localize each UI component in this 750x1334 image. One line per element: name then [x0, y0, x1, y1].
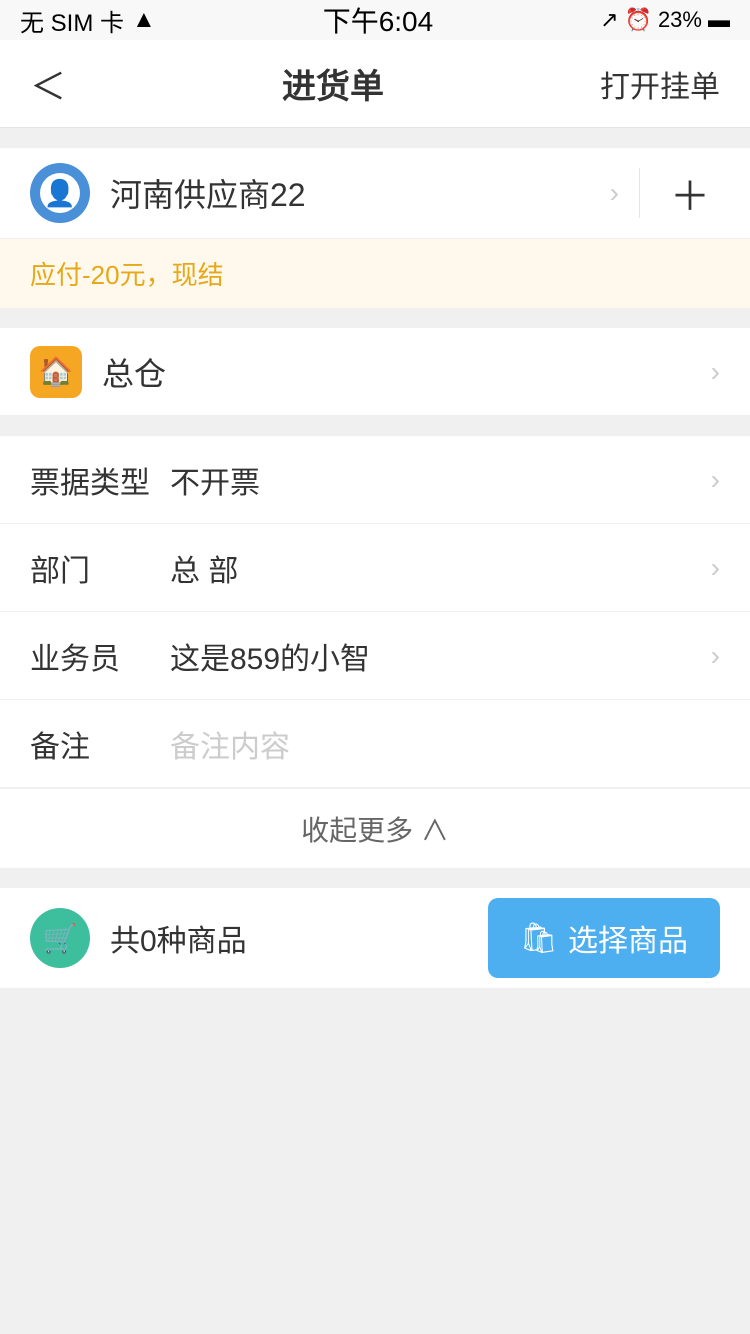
invoice-chevron-icon: › — [711, 464, 720, 496]
sim-label: 无 SIM 卡 — [20, 3, 124, 38]
warehouse-row[interactable]: 🏠 总仓 › — [0, 328, 750, 416]
bottom-bar: 🛒 共0种商品 🛍 选择商品 — [0, 888, 750, 988]
warehouse-icon-wrap: 🏠 — [30, 346, 82, 398]
status-time: 下午6:04 — [323, 0, 434, 40]
dept-value: 总 部 — [160, 546, 711, 590]
collapse-button[interactable]: 收起更多 ∧ — [0, 788, 750, 868]
invoice-value: 不开票 — [160, 458, 711, 502]
warehouse-name: 总仓 — [102, 349, 711, 395]
warehouse-section: 🏠 总仓 › — [0, 328, 750, 416]
location-icon: ↗ — [600, 7, 618, 33]
supplier-section: 👤 河南供应商22 › ＋ — [0, 148, 750, 239]
house-icon: 🏠 — [39, 355, 74, 388]
product-count-label: 共0种商品 — [110, 916, 488, 960]
battery-icon: ▬ — [708, 7, 730, 33]
status-bar: 无 SIM 卡 ▲ 下午6:04 ↗ ⏰ 23% ▬ — [0, 0, 750, 40]
add-supplier-button[interactable]: ＋ — [660, 164, 720, 222]
person-icon: 👤 — [44, 178, 76, 209]
warehouse-chevron-icon: › — [711, 356, 720, 388]
staff-row[interactable]: 业务员 这是859的小智 › — [0, 612, 750, 700]
status-left: 无 SIM 卡 ▲ — [20, 3, 156, 38]
product-icon-wrap: 🛒 — [30, 908, 90, 968]
form-section: 票据类型 不开票 › 部门 总 部 › 业务员 这是859的小智 › 备注 备注… — [0, 436, 750, 868]
section-gap-1 — [0, 128, 750, 148]
supplier-divider — [639, 168, 640, 218]
collapse-label: 收起更多 ∧ — [301, 809, 449, 849]
avatar: 👤 — [30, 163, 90, 223]
status-right: ↗ ⏰ 23% ▬ — [600, 7, 730, 33]
remark-label: 备注 — [30, 722, 160, 766]
supplier-row[interactable]: 👤 河南供应商22 › — [30, 148, 619, 238]
supplier-name: 河南供应商22 — [110, 170, 610, 216]
supplier-chevron-icon: › — [610, 177, 619, 209]
remark-row[interactable]: 备注 备注内容 — [0, 700, 750, 788]
back-button[interactable]: ＜ — [30, 58, 66, 110]
dept-row[interactable]: 部门 总 部 › — [0, 524, 750, 612]
select-product-icon: 🛍 — [520, 921, 558, 956]
dept-chevron-icon: › — [711, 552, 720, 584]
nav-bar: ＜ 进货单 打开挂单 — [0, 40, 750, 128]
notice-banner: 应付-20元，现结 — [0, 239, 750, 308]
page-background — [0, 988, 750, 1288]
battery-label: 23% — [658, 7, 702, 33]
open-pending-button[interactable]: 打开挂单 — [600, 62, 720, 106]
invoice-row[interactable]: 票据类型 不开票 › — [0, 436, 750, 524]
notice-text: 应付-20元，现结 — [30, 260, 224, 290]
invoice-label: 票据类型 — [30, 458, 160, 502]
staff-value: 这是859的小智 — [160, 634, 711, 678]
staff-label: 业务员 — [30, 634, 160, 678]
wifi-icon: ▲ — [132, 6, 156, 34]
page-title: 进货单 — [282, 59, 384, 108]
avatar-inner: 👤 — [40, 173, 80, 213]
product-icon: 🛒 — [43, 922, 78, 955]
remark-input[interactable]: 备注内容 — [160, 722, 720, 766]
select-product-label: 选择商品 — [568, 916, 688, 960]
staff-chevron-icon: › — [711, 640, 720, 672]
select-product-button[interactable]: 🛍 选择商品 — [488, 898, 720, 978]
dept-label: 部门 — [30, 546, 160, 590]
alarm-icon: ⏰ — [625, 7, 652, 33]
